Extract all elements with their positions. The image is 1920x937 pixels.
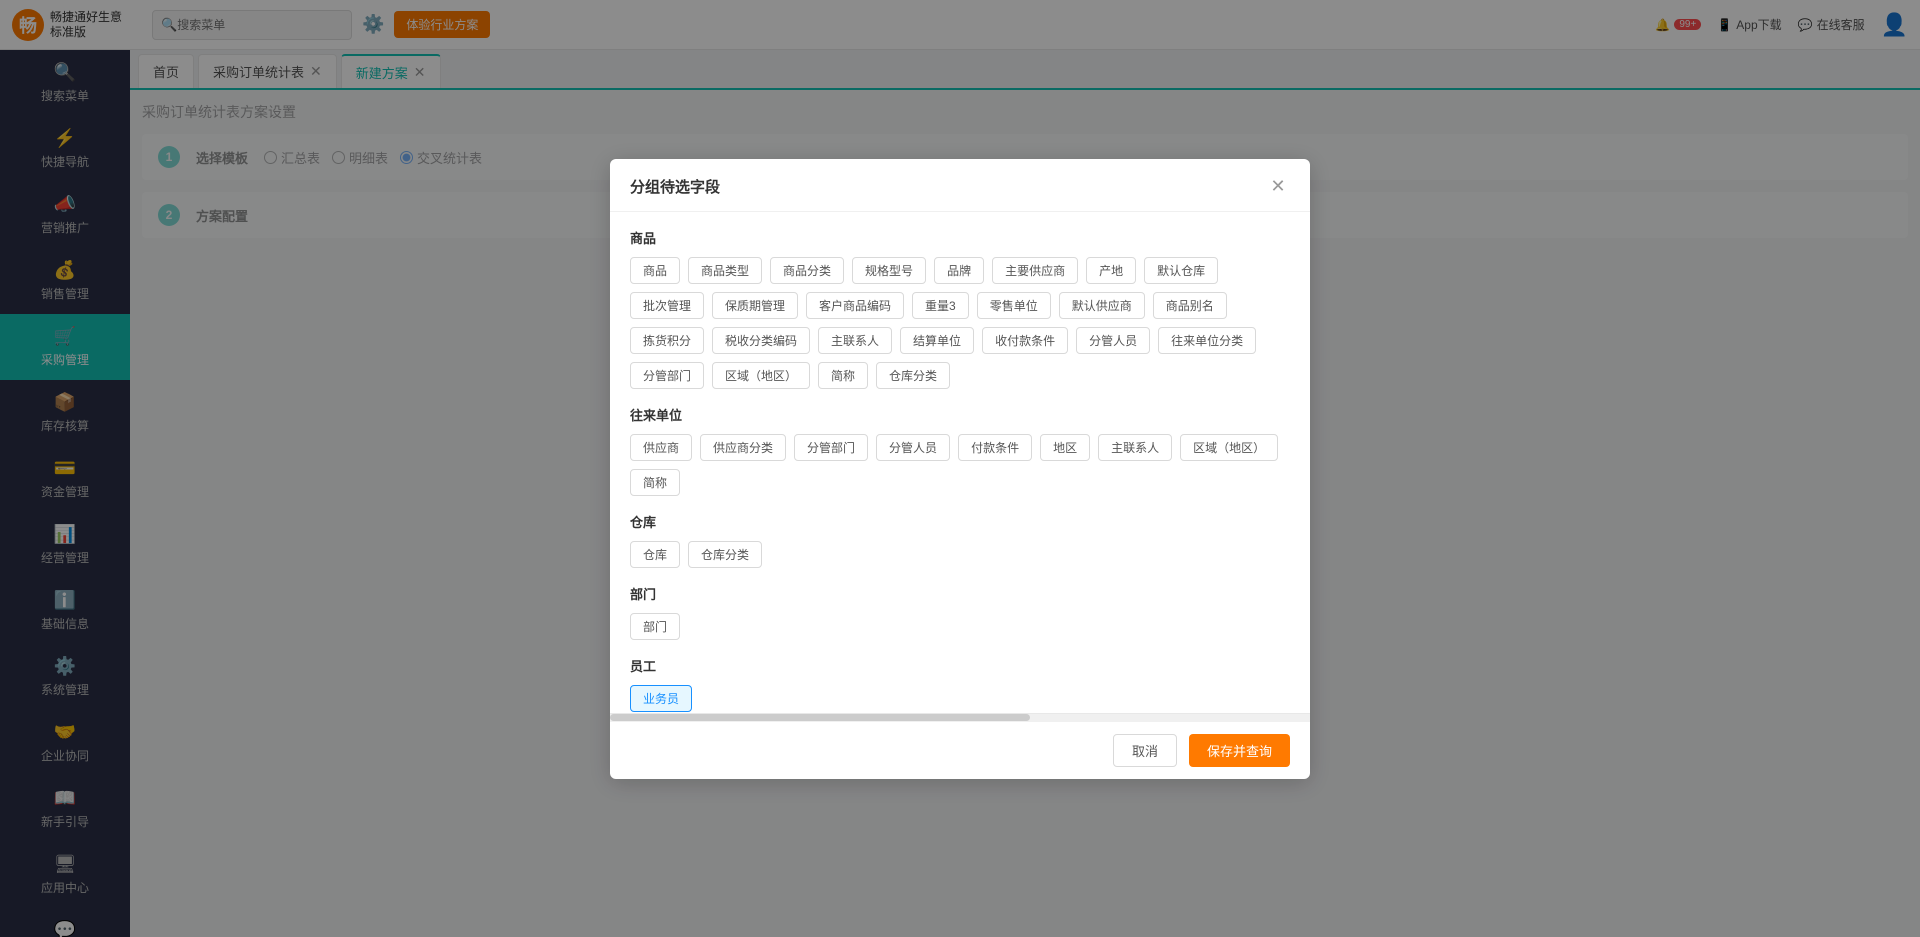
field-tag[interactable]: 主联系人	[1098, 434, 1172, 461]
confirm-button[interactable]: 保存并查询	[1189, 734, 1290, 767]
field-tag[interactable]: 结算单位	[900, 327, 974, 354]
field-tag[interactable]: 商品类型	[688, 257, 762, 284]
field-tag-employee[interactable]: 业务员	[630, 685, 692, 712]
field-tag[interactable]: 商品别名	[1153, 292, 1227, 319]
field-tag[interactable]: 区域（地区）	[712, 362, 810, 389]
employee-field-tags: 业务员	[630, 685, 1290, 712]
section-employee-title: 员工	[630, 656, 1290, 675]
modal-horizontal-scrollbar[interactable]	[610, 713, 1310, 721]
field-tag[interactable]: 保质期管理	[712, 292, 798, 319]
field-tag[interactable]: 分管人员	[876, 434, 950, 461]
partner-field-tags: 供应商 供应商分类 分管部门 分管人员 付款条件 地区 主联系人 区域（地区） …	[630, 434, 1290, 496]
section-partner: 往来单位 供应商 供应商分类 分管部门 分管人员 付款条件 地区 主联系人 区域…	[630, 405, 1290, 496]
field-tag[interactable]: 主要供应商	[992, 257, 1078, 284]
field-tag[interactable]: 供应商	[630, 434, 692, 461]
section-department-title: 部门	[630, 584, 1290, 603]
field-tag[interactable]: 分管部门	[794, 434, 868, 461]
modal-overlay: 分组待选字段 ✕ 商品 商品 商品类型 商品分类 规格型号 品牌 主要供应商 产…	[0, 0, 1920, 937]
warehouse-field-tags: 仓库 仓库分类	[630, 541, 1290, 568]
field-tag[interactable]: 重量3	[912, 292, 969, 319]
field-tag[interactable]: 客户商品编码	[806, 292, 904, 319]
modal-body: 商品 商品 商品类型 商品分类 规格型号 品牌 主要供应商 产地 默认仓库 批次…	[610, 212, 1310, 713]
field-tag[interactable]: 品牌	[934, 257, 984, 284]
field-tag[interactable]: 仓库	[630, 541, 680, 568]
section-partner-title: 往来单位	[630, 405, 1290, 424]
section-employee: 员工 业务员	[630, 656, 1290, 712]
field-tag[interactable]: 区域（地区）	[1180, 434, 1278, 461]
product-field-tags: 商品 商品类型 商品分类 规格型号 品牌 主要供应商 产地 默认仓库 批次管理 …	[630, 257, 1290, 389]
modal-close-button[interactable]: ✕	[1266, 175, 1290, 199]
field-tag[interactable]: 付款条件	[958, 434, 1032, 461]
field-tag[interactable]: 拣货积分	[630, 327, 704, 354]
modal-footer: 取消 保存并查询	[610, 721, 1310, 779]
modal: 分组待选字段 ✕ 商品 商品 商品类型 商品分类 规格型号 品牌 主要供应商 产…	[610, 159, 1310, 779]
cancel-button[interactable]: 取消	[1113, 734, 1177, 767]
section-warehouse-title: 仓库	[630, 512, 1290, 531]
field-tag[interactable]: 分管人员	[1076, 327, 1150, 354]
section-product: 商品 商品 商品类型 商品分类 规格型号 品牌 主要供应商 产地 默认仓库 批次…	[630, 228, 1290, 389]
field-tag[interactable]: 收付款条件	[982, 327, 1068, 354]
field-tag[interactable]: 商品	[630, 257, 680, 284]
field-tag[interactable]: 仓库分类	[876, 362, 950, 389]
field-tag[interactable]: 商品分类	[770, 257, 844, 284]
field-tag[interactable]: 仓库分类	[688, 541, 762, 568]
field-tag[interactable]: 供应商分类	[700, 434, 786, 461]
field-tag[interactable]: 默认供应商	[1059, 292, 1145, 319]
field-tag[interactable]: 往来单位分类	[1158, 327, 1256, 354]
field-tag[interactable]: 产地	[1086, 257, 1136, 284]
field-tag[interactable]: 部门	[630, 613, 680, 640]
field-tag[interactable]: 批次管理	[630, 292, 704, 319]
field-tag[interactable]: 规格型号	[852, 257, 926, 284]
field-tag[interactable]: 税收分类编码	[712, 327, 810, 354]
field-tag[interactable]: 地区	[1040, 434, 1090, 461]
field-tag[interactable]: 默认仓库	[1144, 257, 1218, 284]
department-field-tags: 部门	[630, 613, 1290, 640]
modal-title: 分组待选字段	[630, 176, 720, 197]
scrollbar-thumb	[610, 714, 1030, 721]
field-tag[interactable]: 分管部门	[630, 362, 704, 389]
field-tag[interactable]: 简称	[818, 362, 868, 389]
field-tag[interactable]: 主联系人	[818, 327, 892, 354]
field-tag[interactable]: 简称	[630, 469, 680, 496]
field-tag[interactable]: 零售单位	[977, 292, 1051, 319]
modal-header: 分组待选字段 ✕	[610, 159, 1310, 212]
section-department: 部门 部门	[630, 584, 1290, 640]
section-warehouse: 仓库 仓库 仓库分类	[630, 512, 1290, 568]
section-product-title: 商品	[630, 228, 1290, 247]
